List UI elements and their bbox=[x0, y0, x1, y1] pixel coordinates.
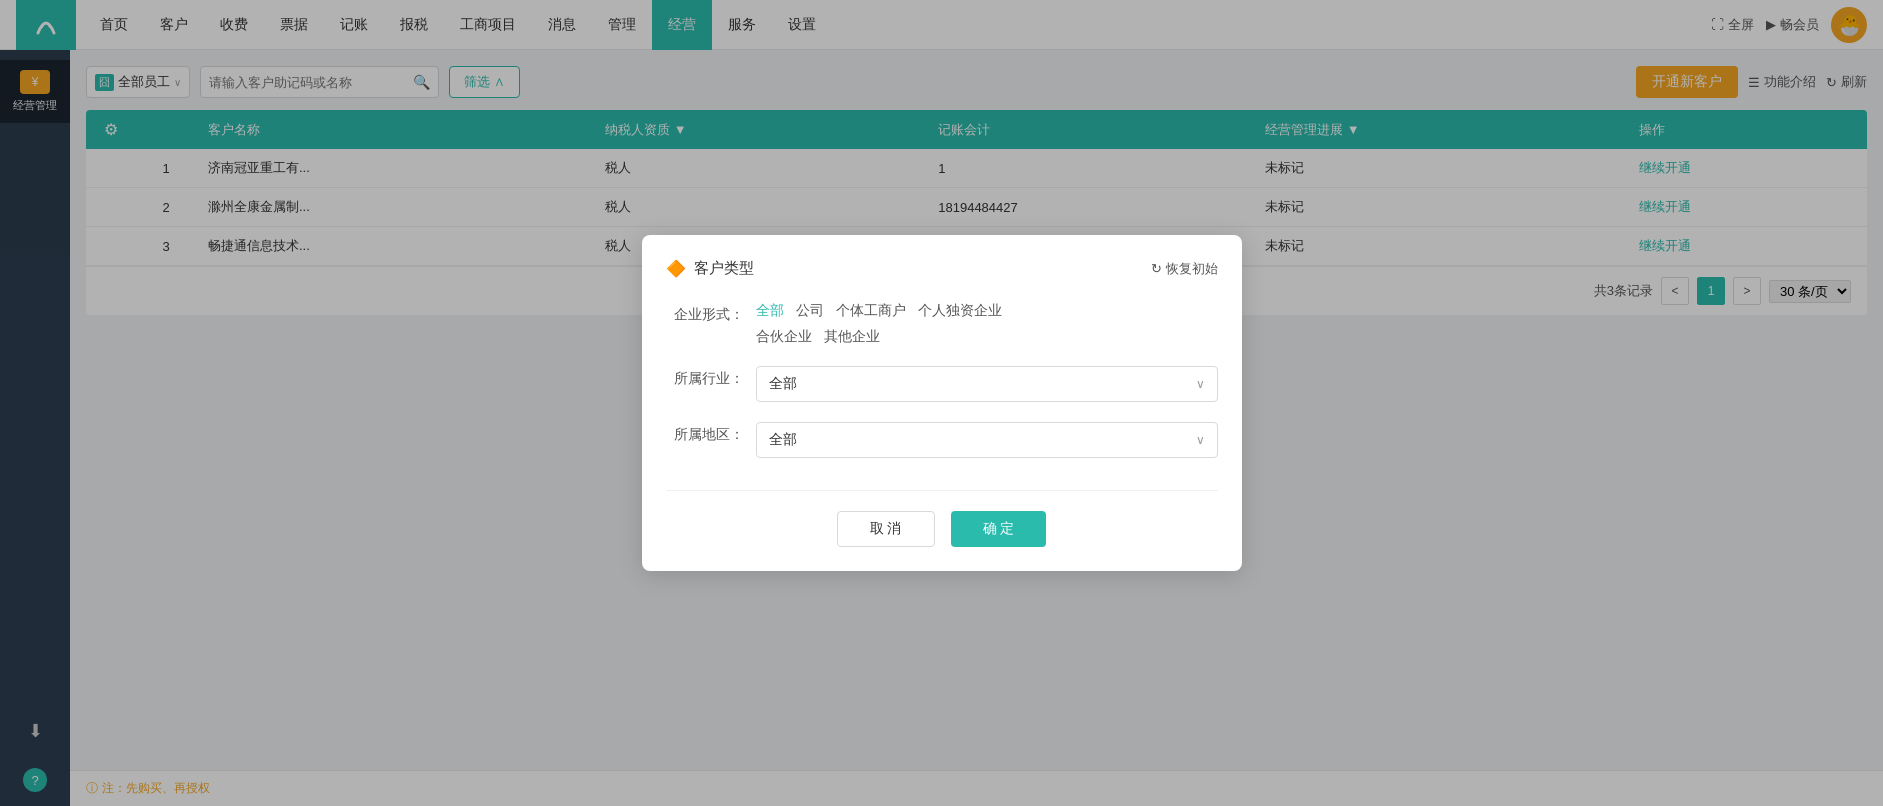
region-select[interactable]: 全部 ∨ bbox=[756, 422, 1218, 458]
region-value: 全部 bbox=[769, 431, 797, 449]
option-company[interactable]: 公司 bbox=[796, 302, 824, 320]
modal-footer: 取 消 确 定 bbox=[666, 490, 1218, 547]
reset-icon: ↻ bbox=[1151, 261, 1162, 276]
region-row: 所属地区： 全部 ∨ bbox=[666, 422, 1218, 458]
customer-type-modal: 🔶 客户类型 ↻ 恢复初始 企业形式： 全部 公司 个体工商户 个人独资企业 合… bbox=[642, 235, 1242, 571]
option-all[interactable]: 全部 bbox=[756, 302, 784, 320]
confirm-button[interactable]: 确 定 bbox=[951, 511, 1047, 547]
option-other[interactable]: 其他企业 bbox=[824, 328, 880, 346]
reset-label: 恢复初始 bbox=[1166, 260, 1218, 278]
modal-title: 🔶 客户类型 bbox=[666, 259, 754, 278]
industry-select[interactable]: 全部 ∨ bbox=[756, 366, 1218, 402]
cancel-button[interactable]: 取 消 bbox=[837, 511, 935, 547]
industry-value: 全部 bbox=[769, 375, 797, 393]
enterprise-options-row2: 合伙企业 其他企业 bbox=[756, 328, 1218, 346]
modal-title-icon: 🔶 bbox=[666, 259, 686, 278]
industry-dropdown-arrow: ∨ bbox=[1196, 377, 1205, 391]
region-dropdown-arrow: ∨ bbox=[1196, 433, 1205, 447]
option-partnership[interactable]: 合伙企业 bbox=[756, 328, 812, 346]
enterprise-options: 全部 公司 个体工商户 个人独资企业 bbox=[756, 302, 1218, 320]
enterprise-form-label: 企业形式： bbox=[666, 302, 756, 324]
region-label: 所属地区： bbox=[666, 422, 756, 444]
industry-field: 全部 ∨ bbox=[756, 366, 1218, 402]
region-field: 全部 ∨ bbox=[756, 422, 1218, 458]
industry-label: 所属行业： bbox=[666, 366, 756, 388]
modal-header: 🔶 客户类型 ↻ 恢复初始 bbox=[666, 259, 1218, 278]
enterprise-form-row: 企业形式： 全部 公司 个体工商户 个人独资企业 合伙企业 其他企业 bbox=[666, 302, 1218, 346]
modal-reset-button[interactable]: ↻ 恢复初始 bbox=[1151, 260, 1218, 278]
option-individual[interactable]: 个体工商户 bbox=[836, 302, 906, 320]
modal-title-text: 客户类型 bbox=[694, 259, 754, 278]
industry-row: 所属行业： 全部 ∨ bbox=[666, 366, 1218, 402]
option-sole[interactable]: 个人独资企业 bbox=[918, 302, 1002, 320]
enterprise-form-field: 全部 公司 个体工商户 个人独资企业 合伙企业 其他企业 bbox=[756, 302, 1218, 346]
